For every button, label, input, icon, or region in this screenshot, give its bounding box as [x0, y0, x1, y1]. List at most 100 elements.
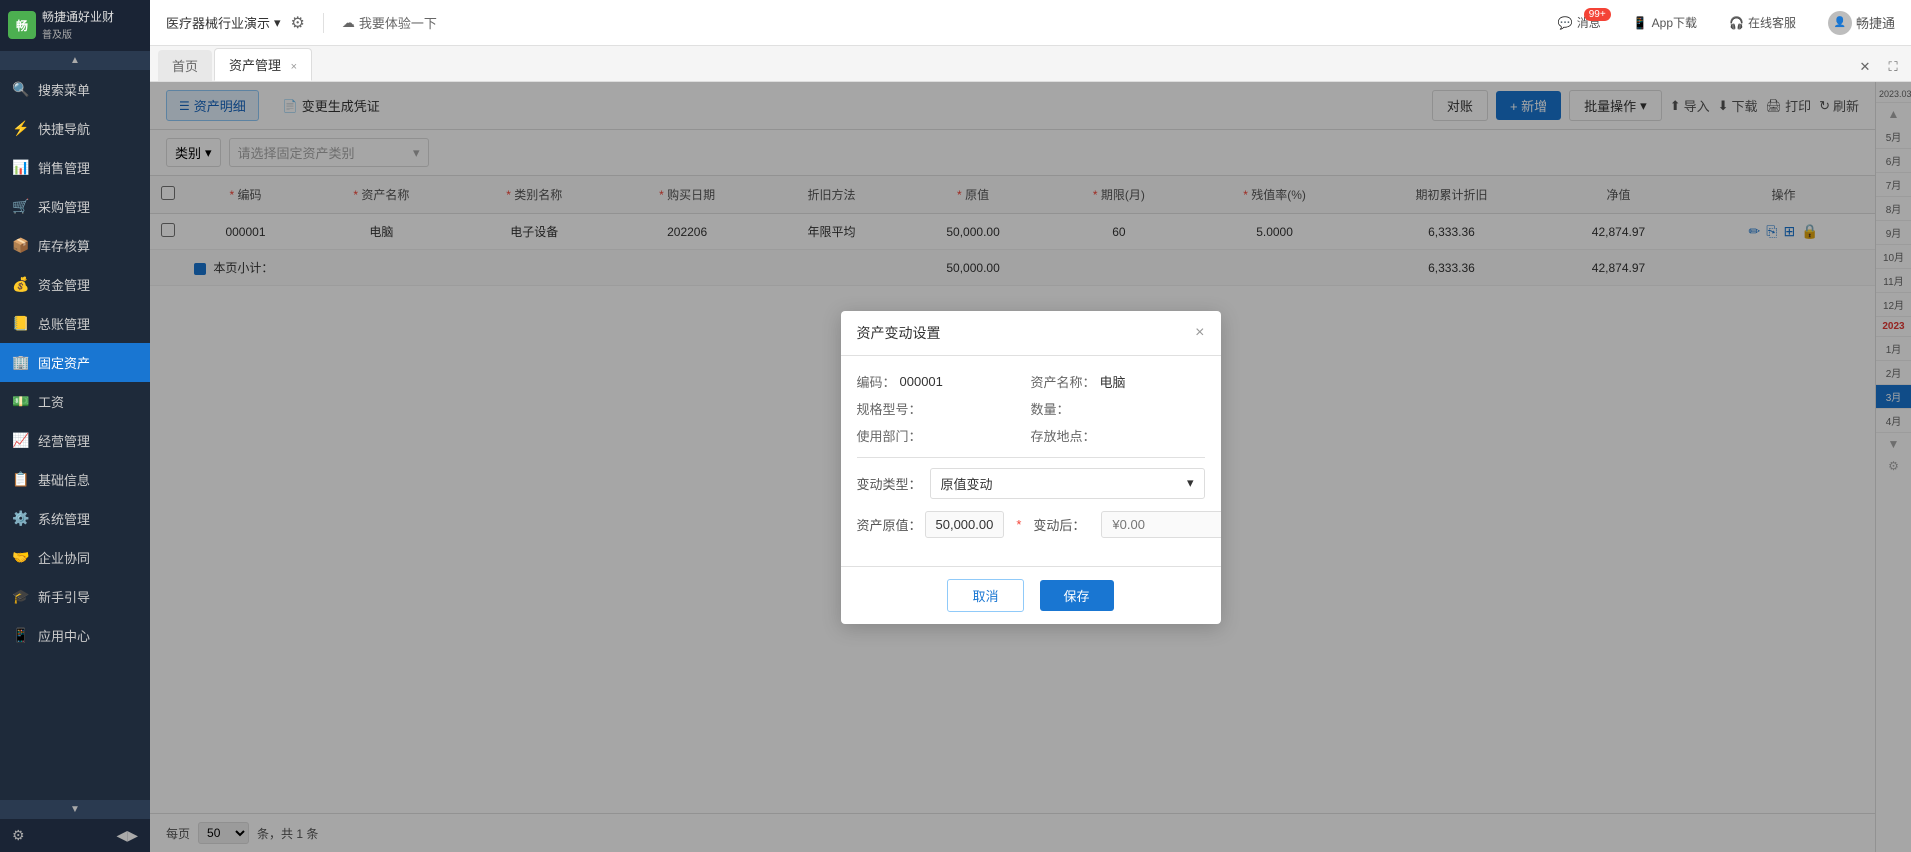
modal-dept-item: 使用部门： [857, 426, 1031, 445]
sidebar-item-quicknav[interactable]: ⚡ 快捷导航 [0, 109, 150, 148]
online-service-label: 在线客服 [1748, 14, 1796, 31]
modal-code-item: 编码： 000001 [857, 372, 1031, 391]
cooperation-icon: 🤝 [12, 549, 30, 566]
modal-title: 资产变动设置 [857, 323, 941, 343]
topbar-divider [323, 13, 324, 33]
tabbar: 首页 资产管理 × ✕ ⛶ [150, 46, 1911, 82]
tab-home[interactable]: 首页 [158, 50, 212, 81]
content-area: ☰ 资产明细 📄 变更生成凭证 对账 + 新增 批量操作 ▾ ⬆ [150, 82, 1911, 852]
app-download-button[interactable]: 📱 App下载 [1633, 14, 1697, 31]
save-button[interactable]: 保存 [1040, 580, 1114, 611]
tab-asset-management[interactable]: 资产管理 × [214, 48, 312, 81]
sidebar-item-label: 总账管理 [38, 314, 90, 333]
collapse-icon[interactable]: ◀▶ [116, 827, 138, 844]
sidebar-item-label: 新手引导 [38, 587, 90, 606]
service-icon: 🎧 [1729, 16, 1744, 30]
app-download-label: App下载 [1652, 14, 1697, 31]
sidebar-item-cooperation[interactable]: 🤝 企业协同 [0, 538, 150, 577]
sidebar-item-ledger[interactable]: 📒 总账管理 [0, 304, 150, 343]
message-icon: 💬 [1558, 16, 1573, 30]
messages-button[interactable]: 💬 消息 99+ [1558, 14, 1601, 31]
sidebar-item-fixedasset[interactable]: 🏢 固定资产 [0, 343, 150, 382]
company-selector[interactable]: 医疗器械行业演示 ▾ [166, 13, 281, 32]
sidebar-item-salary[interactable]: 💵 工资 [0, 382, 150, 421]
original-value-label: 资产原值： [857, 515, 917, 534]
change-type-select[interactable]: 原值变动 ▾ [930, 468, 1205, 499]
code-value: 000001 [900, 374, 943, 389]
name-label: 资产名称： [1031, 372, 1096, 391]
sidebar-item-basicinfo[interactable]: 📋 基础信息 [0, 460, 150, 499]
user-menu[interactable]: 👤 畅捷通 [1828, 11, 1895, 35]
cloud-icon: ☁ [342, 15, 355, 31]
sidebar-item-search[interactable]: 🔍 搜索菜单 [0, 70, 150, 109]
sidebar-item-label: 采购管理 [38, 197, 90, 216]
sidebar-item-guide[interactable]: 🎓 新手引导 [0, 577, 150, 616]
sidebar-item-appcenter[interactable]: 📱 应用中心 [0, 616, 150, 655]
modal-spec-item: 规格型号： [857, 399, 1031, 418]
sidebar-item-purchase[interactable]: 🛒 采购管理 [0, 187, 150, 226]
change-type-label: 变动类型： [857, 474, 922, 493]
settings-icon[interactable]: ⚙ [12, 827, 25, 844]
app-title-block: 畅捷通好业财 普及版 [42, 10, 114, 41]
sidebar-item-label: 应用中心 [38, 626, 90, 645]
sidebar-item-label: 经营管理 [38, 431, 90, 450]
search-icon: 🔍 [12, 81, 30, 98]
download-icon: 📱 [1633, 16, 1648, 30]
app-subtitle: 普及版 [42, 26, 114, 41]
gear-icon[interactable]: ⚙ [291, 13, 305, 33]
sidebar-item-sales[interactable]: 📊 销售管理 [0, 148, 150, 187]
messages-badge: 99+ [1584, 8, 1611, 21]
sidebar-bottom: ⚙ ◀▶ [0, 818, 150, 852]
modal-close-icon[interactable]: × [1195, 324, 1204, 342]
sidebar-item-label: 库存核算 [38, 236, 90, 255]
sidebar-header: 畅 畅捷通好业财 普及版 [0, 0, 150, 52]
qty-label: 数量： [1031, 399, 1070, 418]
sidebar-item-capital[interactable]: 💰 资金管理 [0, 265, 150, 304]
sidebar-item-label: 搜索菜单 [38, 80, 90, 99]
fixedasset-icon: 🏢 [12, 354, 30, 371]
appcenter-icon: 📱 [12, 627, 30, 644]
tab-maximize-icon[interactable]: ⛶ [1883, 57, 1903, 77]
modal-overlay: 资产变动设置 × 编码： 000001 资产名称： 电脑 [150, 82, 1911, 852]
experience-button[interactable]: ☁ 我要体验一下 [342, 13, 437, 32]
sidebar-item-label: 销售管理 [38, 158, 90, 177]
user-name: 畅捷通 [1856, 13, 1895, 32]
modal-info-grid: 编码： 000001 资产名称： 电脑 规格型号： 数量： [857, 372, 1205, 445]
sidebar: 畅 畅捷通好业财 普及版 ▲ 🔍 搜索菜单 ⚡ 快捷导航 📊 销售管理 🛒 采购… [0, 0, 150, 852]
sidebar-item-label: 快捷导航 [38, 119, 90, 138]
user-avatar: 👤 [1828, 11, 1852, 35]
modal-header: 资产变动设置 × [841, 311, 1221, 356]
change-type-row: 变动类型： 原值变动 ▾ [857, 468, 1205, 499]
main-content: 医疗器械行业演示 ▾ ⚙ ☁ 我要体验一下 💬 消息 99+ 📱 App下载 🎧… [150, 0, 1911, 852]
modal-divider [857, 457, 1205, 458]
modal-qty-item: 数量： [1031, 399, 1205, 418]
name-value: 电脑 [1100, 372, 1126, 391]
modal-body: 编码： 000001 资产名称： 电脑 规格型号： 数量： [841, 356, 1221, 566]
sidebar-scroll-down[interactable]: ▼ [0, 800, 150, 818]
sidebar-item-operations[interactable]: 📈 经营管理 [0, 421, 150, 460]
asset-change-modal: 资产变动设置 × 编码： 000001 资产名称： 电脑 [841, 311, 1221, 624]
dept-label: 使用部门： [857, 426, 922, 445]
online-service-button[interactable]: 🎧 在线客服 [1729, 14, 1796, 31]
sidebar-item-system[interactable]: ⚙️ 系统管理 [0, 499, 150, 538]
cancel-button[interactable]: 取消 [947, 579, 1023, 612]
company-name: 医疗器械行业演示 [166, 13, 270, 32]
sidebar-item-label: 工资 [38, 392, 64, 411]
tab-close-window-icon[interactable]: ✕ [1855, 57, 1875, 77]
after-value-input[interactable] [1101, 511, 1220, 538]
sidebar-item-inventory[interactable]: 📦 库存核算 [0, 226, 150, 265]
app-logo: 畅 [8, 11, 36, 39]
tab-asset-label: 资产管理 [229, 58, 281, 73]
sales-icon: 📊 [12, 159, 30, 176]
inventory-icon: 📦 [12, 237, 30, 254]
sidebar-item-label: 固定资产 [38, 353, 90, 372]
sidebar-item-label: 系统管理 [38, 509, 90, 528]
sidebar-nav: 🔍 搜索菜单 ⚡ 快捷导航 📊 销售管理 🛒 采购管理 📦 库存核算 💰 资金管… [0, 70, 150, 800]
spec-label: 规格型号： [857, 399, 922, 418]
sidebar-item-label: 企业协同 [38, 548, 90, 567]
sidebar-scroll-up[interactable]: ▲ [0, 52, 150, 70]
required-star: * [1016, 517, 1021, 532]
tab-close-icon[interactable]: × [291, 61, 297, 73]
basicinfo-icon: 📋 [12, 471, 30, 488]
topbar-right: 💬 消息 99+ 📱 App下载 🎧 在线客服 👤 畅捷通 [1558, 11, 1895, 35]
